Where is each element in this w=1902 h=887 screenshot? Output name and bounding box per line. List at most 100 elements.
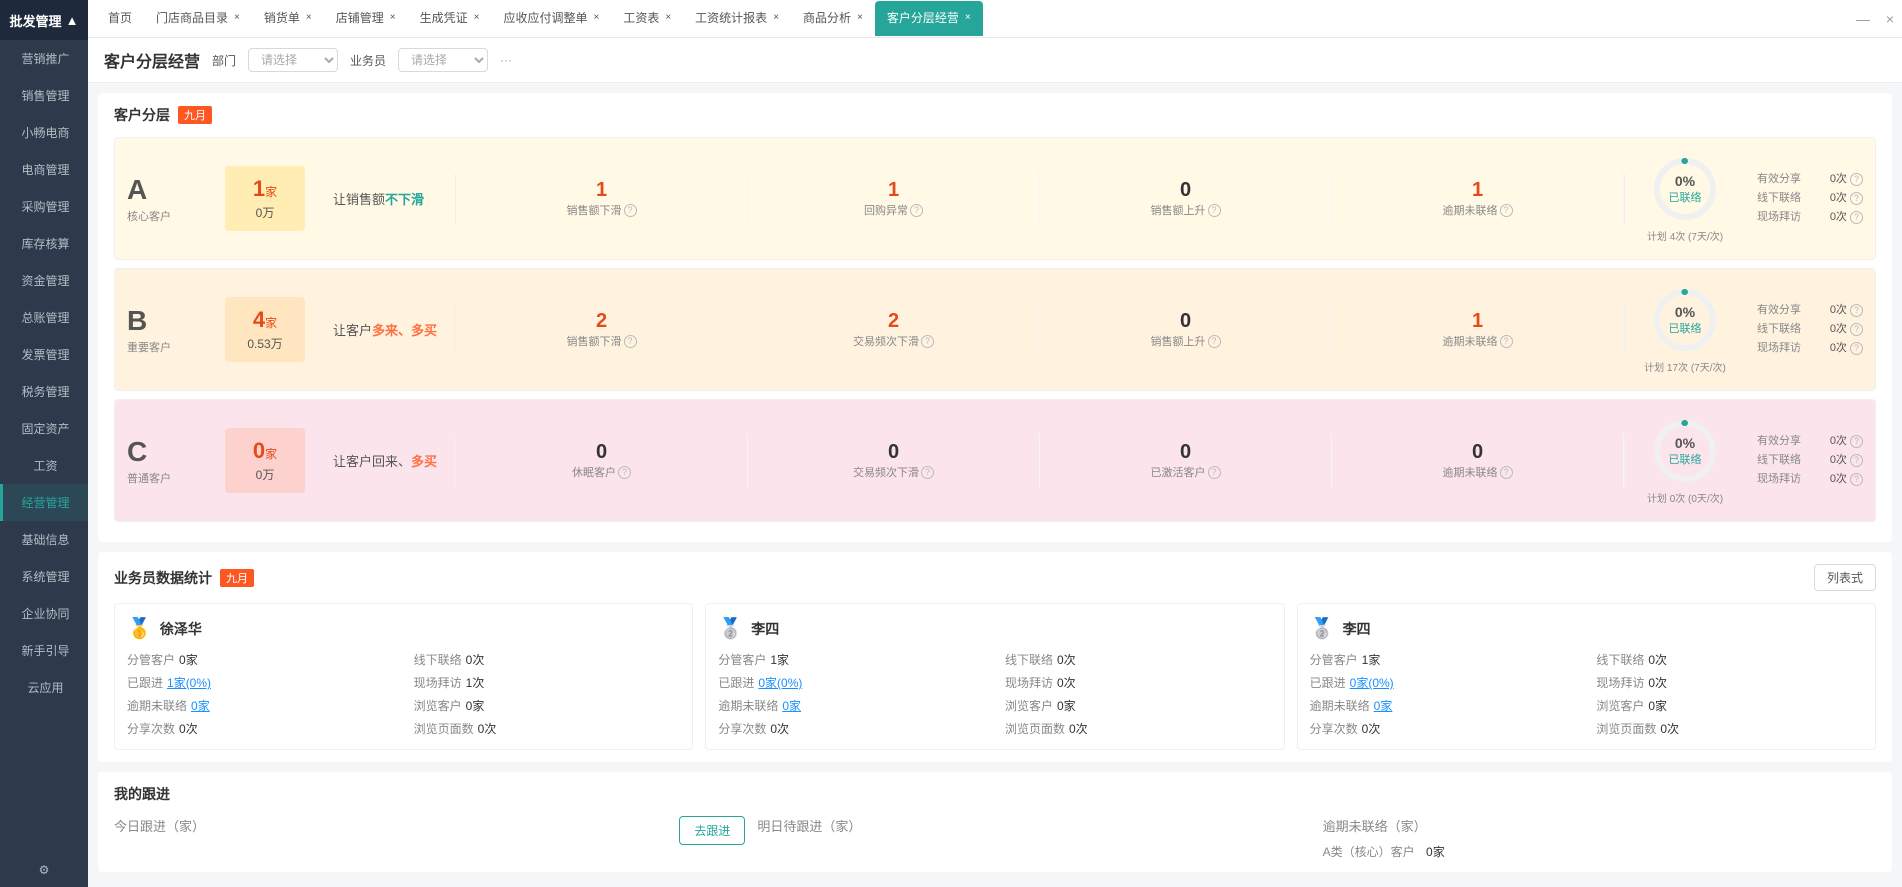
today-followup-col: 今日跟进（家） [114,816,667,843]
info-icon-right[interactable]: ? [1850,211,1863,224]
info-icon-right[interactable]: ? [1850,473,1863,486]
tab-close-销货单[interactable]: × [306,12,312,23]
staff-stat-value: 0次 [1648,651,1667,668]
tab-应收应付调整单[interactable]: 应收应付调整单× [491,1,611,36]
info-icon[interactable]: ? [1208,335,1221,348]
staff-stat-value: 0次 [1362,720,1381,737]
info-icon[interactable]: ? [1208,466,1221,479]
staff-stat-row: 浏览页面数 0次 [1005,720,1272,737]
tab-minimize-icon[interactable]: — [1856,11,1870,27]
sidebar-item-小畅电商[interactable]: 小畅电商 [0,114,88,151]
staff-stat-value[interactable]: 0家(0%) [758,674,802,691]
sidebar-item-电商管理[interactable]: 电商管理 [0,151,88,188]
sidebar-item-经营管理[interactable]: 经营管理 [0,484,88,521]
tab-close-工资表[interactable]: × [665,12,671,23]
info-icon-right[interactable]: ? [1850,342,1863,355]
info-icon-right[interactable]: ? [1850,192,1863,205]
info-icon-right[interactable]: ? [1850,323,1863,336]
sidebar-item-库存核算[interactable]: 库存核算 [0,225,88,262]
staff-stat-row: 线下联络 0次 [1596,651,1863,668]
right-stat-row: 现场拜访 0次 ? [1757,339,1863,355]
info-icon[interactable]: ? [910,204,923,217]
stat-label: 逾期未联络 ? [1344,333,1611,349]
staff-stat-value[interactable]: 0家 [191,697,210,714]
tab-close-门店商品目录[interactable]: × [234,12,240,23]
info-icon[interactable]: ? [624,204,637,217]
info-icon[interactable]: ? [1208,204,1221,217]
tab-close-店铺管理[interactable]: × [390,12,396,23]
info-icon-right[interactable]: ? [1850,454,1863,467]
info-icon-right[interactable]: ? [1850,435,1863,448]
stat-label: 销售额下滑 ? [468,202,735,218]
staff-stat-value: 0家 [1057,697,1076,714]
info-icon[interactable]: ? [624,335,637,348]
sidebar-item-新手引导[interactable]: 新手引导 [0,632,88,669]
staff-stat-label: 现场拜访 [1005,674,1053,691]
sidebar-item-工资[interactable]: 工资 [0,447,88,484]
tier-circle-A: 0% 已联络 计划 4次 (7天/次) [1625,146,1745,251]
info-icon[interactable]: ? [1500,466,1513,479]
sidebar-top-item[interactable]: 批发管理 ▲ [0,0,88,40]
followup-grid: 今日跟进（家） 去跟进 明日待跟进（家） 逾期未联络（家） A类（核心）客户 0… [114,816,1876,860]
sidebar-item-采购管理[interactable]: 采购管理 [0,188,88,225]
tab-生成凭证[interactable]: 生成凭证× [408,1,492,36]
sidebar-item-企业协同[interactable]: 企业协同 [0,595,88,632]
info-icon[interactable]: ? [1500,335,1513,348]
sidebar-item-系统管理[interactable]: 系统管理 [0,558,88,595]
tab-门店商品目录[interactable]: 门店商品目录× [144,1,252,36]
tomorrow-followup-col: 明日待跟进（家） [757,816,1310,843]
info-icon[interactable]: ? [1500,204,1513,217]
sidebar-item-税务管理[interactable]: 税务管理 [0,373,88,410]
info-icon[interactable]: ? [618,466,631,479]
info-icon[interactable]: ? [921,466,934,479]
progress-circle: 0% 已联络 [1650,154,1720,224]
sidebar-item-基础信息[interactable]: 基础信息 [0,521,88,558]
staff-stat-value[interactable]: 0家 [1374,697,1393,714]
tab-close-all-icon[interactable]: × [1886,11,1894,27]
right-stat-row: 有效分享 0次 ? [1757,301,1863,317]
tab-工资表[interactable]: 工资表× [611,1,683,36]
tab-close-生成凭证[interactable]: × [474,12,480,23]
sidebar-item-资金管理[interactable]: 资金管理 [0,262,88,299]
right-stat-row: 现场拜访 0次 ? [1757,208,1863,224]
sidebar-item-营销推广[interactable]: 营销推广 [0,40,88,77]
tier-rows: A 核心客户 1家 0万 让销售额不下滑 1 销售额下滑 ? 1 回购异常 ? … [114,137,1876,522]
tab-商品分析[interactable]: 商品分析× [791,1,875,36]
staff-select[interactable]: 请选择 [398,48,488,72]
tab-客户分层经营[interactable]: 客户分层经营× [875,1,983,36]
more-filters-icon[interactable]: ··· [500,53,512,67]
sidebar-item-固定资产[interactable]: 固定资产 [0,410,88,447]
tab-close-工资统计报表[interactable]: × [773,12,779,23]
tier-label-A: A 核心客户 [115,166,205,232]
tier-slogan-C: 让客户回来、多买 [325,443,455,478]
tab-close-商品分析[interactable]: × [857,12,863,23]
tabbar-actions: —× [1856,11,1894,27]
right-stat-value: 0次 ? [1830,208,1863,224]
staff-stat-value[interactable]: 1家(0%) [167,674,211,691]
info-icon-right[interactable]: ? [1850,304,1863,317]
staff-stat-value[interactable]: 0家 [782,697,801,714]
staff-stat-row: 分享次数 0次 [127,720,394,737]
sidebar-item-总账管理[interactable]: 总账管理 [0,299,88,336]
tab-close-应收应付调整单[interactable]: × [593,12,599,23]
staff-stat-label: 浏览页面数 [1005,720,1065,737]
tab-销货单[interactable]: 销货单× [252,1,324,36]
tab-工资统计报表[interactable]: 工资统计报表× [683,1,791,36]
chevron-up-icon: ▲ [66,13,79,28]
dept-select[interactable]: 请选择 [248,48,338,72]
tier-count-amount-B: 0.53万 [245,335,285,352]
sidebar-item-销售管理[interactable]: 销售管理 [0,77,88,114]
goto-followup-button[interactable]: 去跟进 [679,816,745,845]
sidebar-item-云应用[interactable]: 云应用 [0,669,88,706]
tab-close-客户分层经营[interactable]: × [965,12,971,23]
staff-stat-value[interactable]: 0家(0%) [1350,674,1394,691]
list-view-button[interactable]: 列表式 [1814,564,1876,591]
right-stat-row: 现场拜访 0次 ? [1757,470,1863,486]
tab-店铺管理[interactable]: 店铺管理× [324,1,408,36]
info-icon-right[interactable]: ? [1850,173,1863,186]
sidebar-item-发票管理[interactable]: 发票管理 [0,336,88,373]
tab-首页[interactable]: 首页 [96,1,144,36]
info-icon[interactable]: ? [921,335,934,348]
settings-icon[interactable]: ⚙ [0,853,88,887]
tier-slogan-A: 让销售额不下滑 [325,181,455,216]
